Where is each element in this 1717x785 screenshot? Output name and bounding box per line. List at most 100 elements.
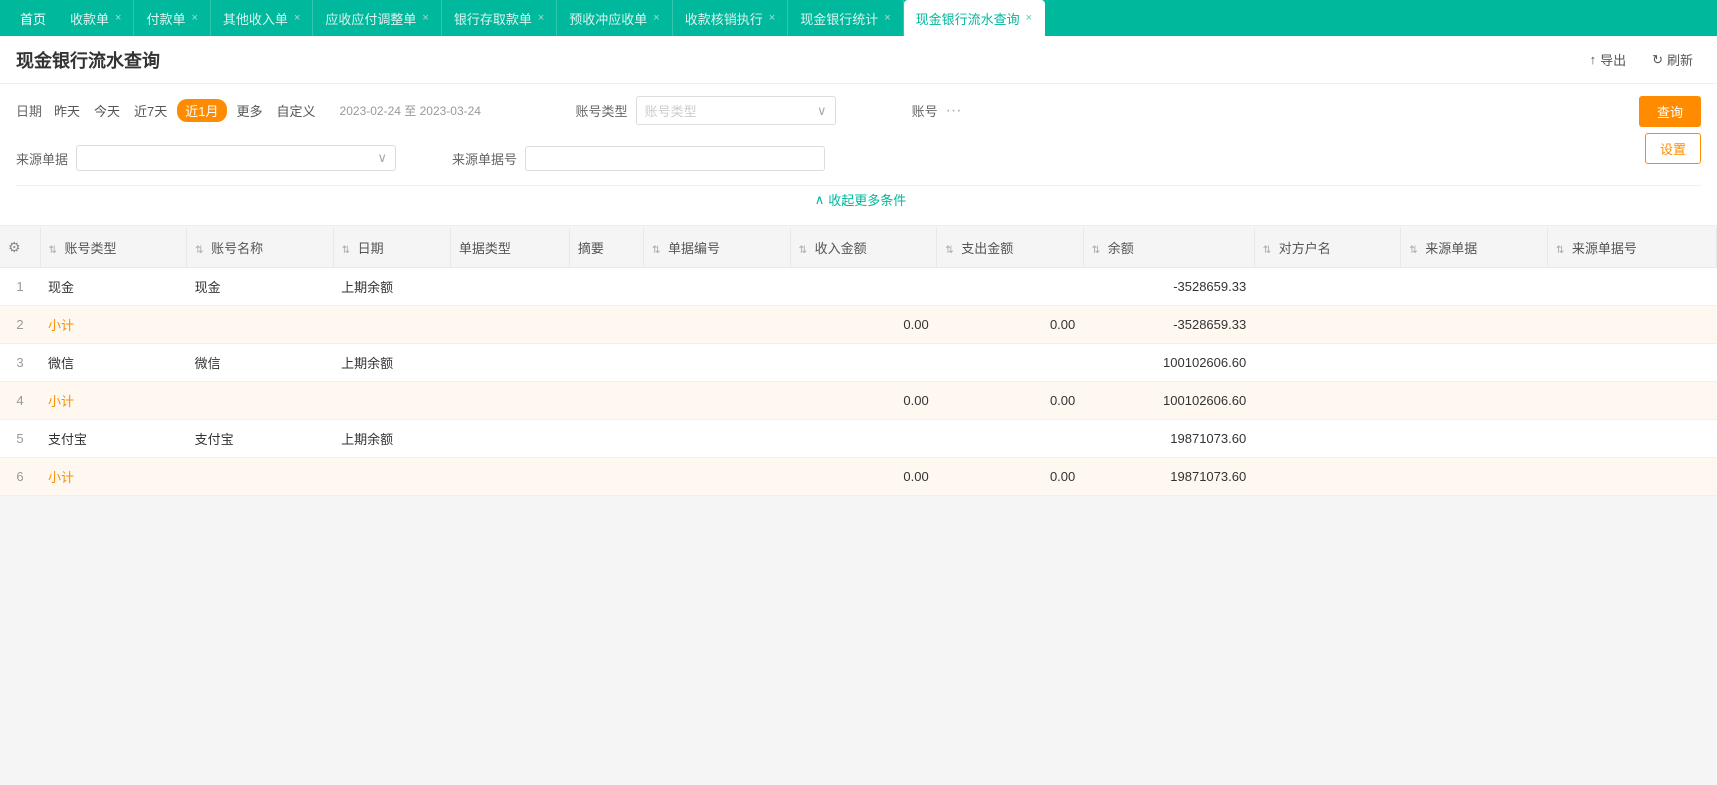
nav-tab-xianjinyinhang[interactable]: 现金银行统计 × <box>788 0 903 36</box>
close-icon[interactable]: × <box>422 12 428 24</box>
gear-icon[interactable]: ⚙ <box>8 239 21 255</box>
col-expense[interactable]: ⇅ 支出金额 <box>937 228 1084 268</box>
refresh-icon: ↻ <box>1652 52 1663 68</box>
table-row[interactable]: 2小计0.000.00-3528659.33 <box>0 306 1717 344</box>
cell-doc-no <box>644 420 791 458</box>
close-icon[interactable]: × <box>115 12 121 24</box>
sort-icon-income: ⇅ <box>799 245 807 256</box>
top-nav: 首页 收款单 × 付款单 × 其他收入单 × 应收应付调整单 × 银行存取款单 … <box>0 0 1717 36</box>
nav-tab-shoukuanhexiao[interactable]: 收款核销执行 × <box>673 0 788 36</box>
close-icon[interactable]: × <box>884 12 890 24</box>
date-7days[interactable]: 近7天 <box>130 99 171 122</box>
close-icon[interactable]: × <box>294 12 300 24</box>
cell-summary <box>569 306 643 344</box>
refresh-button[interactable]: ↻ 刷新 <box>1644 46 1701 73</box>
cell-counterpart <box>1254 382 1401 420</box>
row-number: 5 <box>0 420 40 458</box>
page-title: 现金银行流水查询 <box>16 47 160 73</box>
source-doc-no-input[interactable] <box>525 146 825 171</box>
account-type-placeholder: 账号类型 <box>645 101 697 120</box>
cell-counterpart <box>1254 344 1401 382</box>
sort-icon-account-name: ⇅ <box>195 245 203 256</box>
sort-icon-account-type: ⇅ <box>49 245 57 256</box>
sort-icon-date: ⇅ <box>342 245 350 256</box>
close-icon[interactable]: × <box>1026 12 1032 24</box>
account-type-filter-group: 账号类型 账号类型 ∨ <box>576 96 836 125</box>
cell-doc-no <box>644 344 791 382</box>
cell-source-doc-no <box>1547 344 1716 382</box>
table-row[interactable]: 6小计0.000.0019871073.60 <box>0 458 1717 496</box>
sort-icon-expense: ⇅ <box>945 245 953 256</box>
date-more[interactable]: 更多 <box>233 99 267 122</box>
cell-source-doc <box>1401 306 1548 344</box>
nav-tab-yushouzhong[interactable]: 预收冲应收单 × <box>557 0 672 36</box>
table-row[interactable]: 1现金现金上期余额-3528659.33 <box>0 268 1717 306</box>
col-counterpart[interactable]: ⇅ 对方户名 <box>1254 228 1401 268</box>
collapse-bar[interactable]: ∧ 收起更多条件 <box>16 185 1701 213</box>
cell-source-doc <box>1401 268 1548 306</box>
cell-expense <box>937 268 1084 306</box>
col-settings[interactable]: ⚙ <box>0 228 40 268</box>
col-date[interactable]: ⇅ 日期 <box>333 228 450 268</box>
cell-summary <box>569 268 643 306</box>
cell-account-name: 支付宝 <box>187 420 334 458</box>
table-row[interactable]: 4小计0.000.00100102606.60 <box>0 382 1717 420</box>
account-type-select[interactable]: 账号类型 ∨ <box>636 96 836 125</box>
table-header: ⚙ ⇅ 账号类型 ⇅ 账号名称 ⇅ 日期 单据类型 摘要 <box>0 228 1717 268</box>
cell-balance: -3528659.33 <box>1083 306 1254 344</box>
cell-account-type: 微信 <box>40 344 187 382</box>
cell-summary <box>569 458 643 496</box>
table-row[interactable]: 3微信微信上期余额100102606.60 <box>0 344 1717 382</box>
nav-tab-fukuandan[interactable]: 付款单 × <box>134 0 210 36</box>
close-icon[interactable]: × <box>653 12 659 24</box>
source-doc-select[interactable]: ∨ <box>76 145 396 171</box>
sort-icon-source-doc-no: ⇅ <box>1556 245 1564 256</box>
cell-doc-type <box>450 268 569 306</box>
cell-balance: 100102606.60 <box>1083 382 1254 420</box>
cell-account-type: 现金 <box>40 268 187 306</box>
cell-summary <box>569 344 643 382</box>
date-filter-group: 日期 昨天 今天 近7天 近1月 更多 自定义 <box>16 99 320 122</box>
cell-expense: 0.00 <box>937 306 1084 344</box>
nav-tab-yinhangcunqu[interactable]: 银行存取款单 × <box>442 0 557 36</box>
cell-account-name: 微信 <box>187 344 334 382</box>
col-account-name[interactable]: ⇅ 账号名称 <box>187 228 334 268</box>
nav-home[interactable]: 首页 <box>8 0 58 36</box>
query-button[interactable]: 查询 <box>1639 96 1701 127</box>
cell-doc-type <box>450 420 569 458</box>
col-balance[interactable]: ⇅ 余额 <box>1083 228 1254 268</box>
cell-expense <box>937 420 1084 458</box>
cell-expense: 0.00 <box>937 382 1084 420</box>
col-account-type[interactable]: ⇅ 账号类型 <box>40 228 187 268</box>
nav-tab-shoukuandan[interactable]: 收款单 × <box>58 0 134 36</box>
nav-tab-liushui[interactable]: 现金银行流水查询 × <box>904 0 1045 36</box>
close-icon[interactable]: × <box>769 12 775 24</box>
cell-source-doc-no <box>1547 306 1716 344</box>
close-icon[interactable]: × <box>538 12 544 24</box>
date-yesterday[interactable]: 昨天 <box>50 99 84 122</box>
table-row[interactable]: 5支付宝支付宝上期余额19871073.60 <box>0 420 1717 458</box>
cell-counterpart <box>1254 420 1401 458</box>
nav-tab-yingshouyingfu[interactable]: 应收应付调整单 × <box>313 0 441 36</box>
col-source-doc-no[interactable]: ⇅ 来源单据号 <box>1547 228 1716 268</box>
cell-account-name <box>187 458 334 496</box>
cell-account-type: 支付宝 <box>40 420 187 458</box>
nav-tab-qitashouru[interactable]: 其他收入单 × <box>211 0 313 36</box>
col-source-doc[interactable]: ⇅ 来源单据 <box>1401 228 1548 268</box>
settings-button[interactable]: 设置 <box>1645 133 1701 164</box>
cell-doc-no <box>644 268 791 306</box>
cell-source-doc <box>1401 382 1548 420</box>
date-custom[interactable]: 自定义 <box>273 99 320 122</box>
cell-counterpart <box>1254 458 1401 496</box>
cell-source-doc-no <box>1547 268 1716 306</box>
account-dots[interactable]: ··· <box>946 102 962 120</box>
export-button[interactable]: ↑ 导出 <box>1582 46 1635 73</box>
date-1month[interactable]: 近1月 <box>177 99 226 122</box>
cell-income <box>790 420 937 458</box>
col-income[interactable]: ⇅ 收入金额 <box>790 228 937 268</box>
close-icon[interactable]: × <box>191 12 197 24</box>
col-doc-no[interactable]: ⇅ 单据编号 <box>644 228 791 268</box>
date-today[interactable]: 今天 <box>90 99 124 122</box>
cell-source-doc-no <box>1547 382 1716 420</box>
filter-left: 日期 昨天 今天 近7天 近1月 更多 自定义 2023-02-24 至 202… <box>16 96 1623 181</box>
